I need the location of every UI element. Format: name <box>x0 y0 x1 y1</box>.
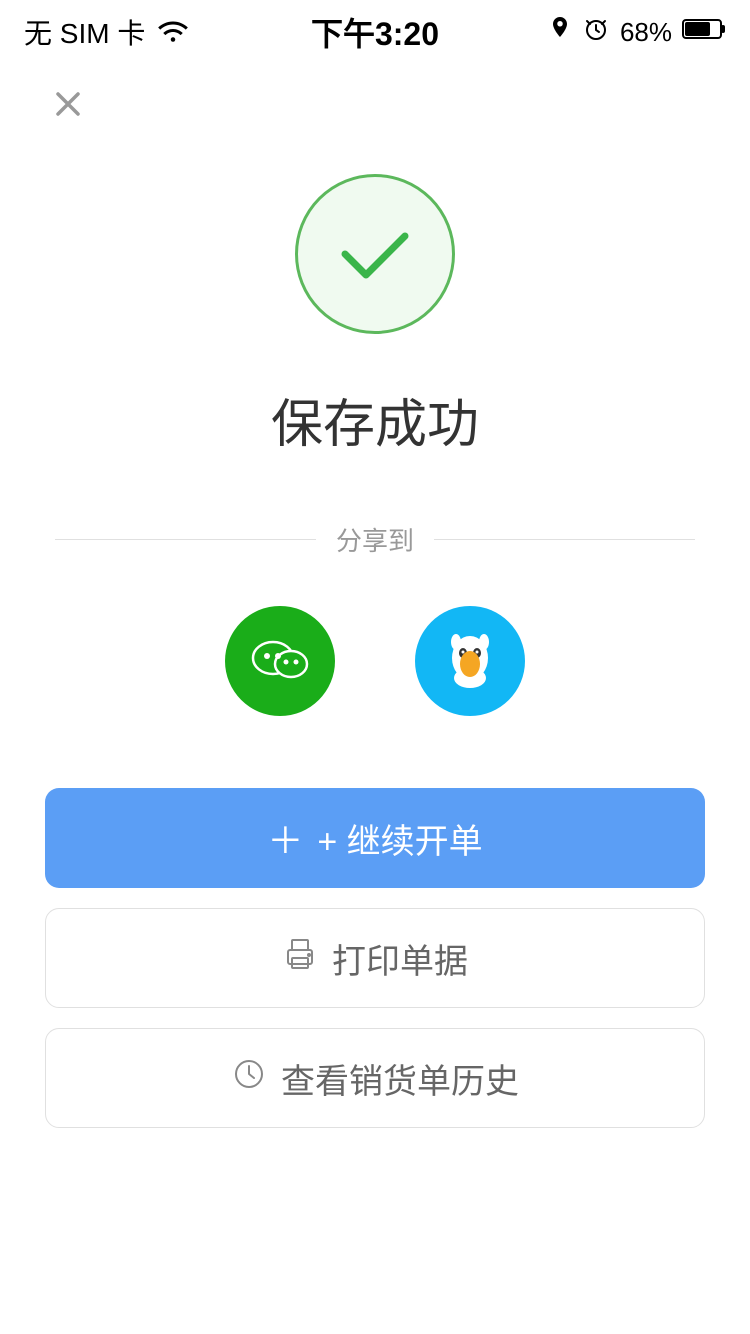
divider-line-right <box>434 539 695 540</box>
alarm-icon <box>582 15 610 50</box>
battery-icon <box>682 17 726 48</box>
share-wechat-button[interactable] <box>225 606 335 716</box>
history-button[interactable]: 查看销货单历史 <box>45 1028 705 1128</box>
share-divider: 分享到 <box>55 521 695 558</box>
close-button[interactable] <box>40 76 96 132</box>
wifi-icon <box>155 15 191 50</box>
continue-icon: ＋ <box>267 812 303 864</box>
status-left: 无 SIM 卡 <box>24 12 191 52</box>
carrier-label: 无 SIM 卡 <box>24 12 145 52</box>
continue-label: + 继续开单 <box>317 814 482 863</box>
time-label: 下午3:20 <box>311 9 439 55</box>
share-label: 分享到 <box>336 521 414 558</box>
print-button[interactable]: 打印单据 <box>45 908 705 1008</box>
history-label: 查看销货单历史 <box>281 1054 519 1103</box>
success-icon-circle <box>295 174 455 334</box>
battery-percentage: 68% <box>620 17 672 48</box>
divider-line-left <box>55 539 316 540</box>
share-qq-button[interactable] <box>415 606 525 716</box>
action-buttons: ＋ + 继续开单 打印单据 查看销货单历 <box>45 788 705 1128</box>
status-bar: 无 SIM 卡 下午3:20 68% <box>0 0 750 64</box>
success-title: 保存成功 <box>271 382 479 457</box>
main-content: 保存成功 分享到 <box>0 64 750 1128</box>
location-icon <box>548 15 572 50</box>
share-icons-row <box>225 606 525 716</box>
print-icon <box>282 936 318 981</box>
history-icon <box>231 1056 267 1101</box>
continue-button[interactable]: ＋ + 继续开单 <box>45 788 705 888</box>
print-label: 打印单据 <box>332 934 468 983</box>
status-right: 68% <box>548 15 726 50</box>
